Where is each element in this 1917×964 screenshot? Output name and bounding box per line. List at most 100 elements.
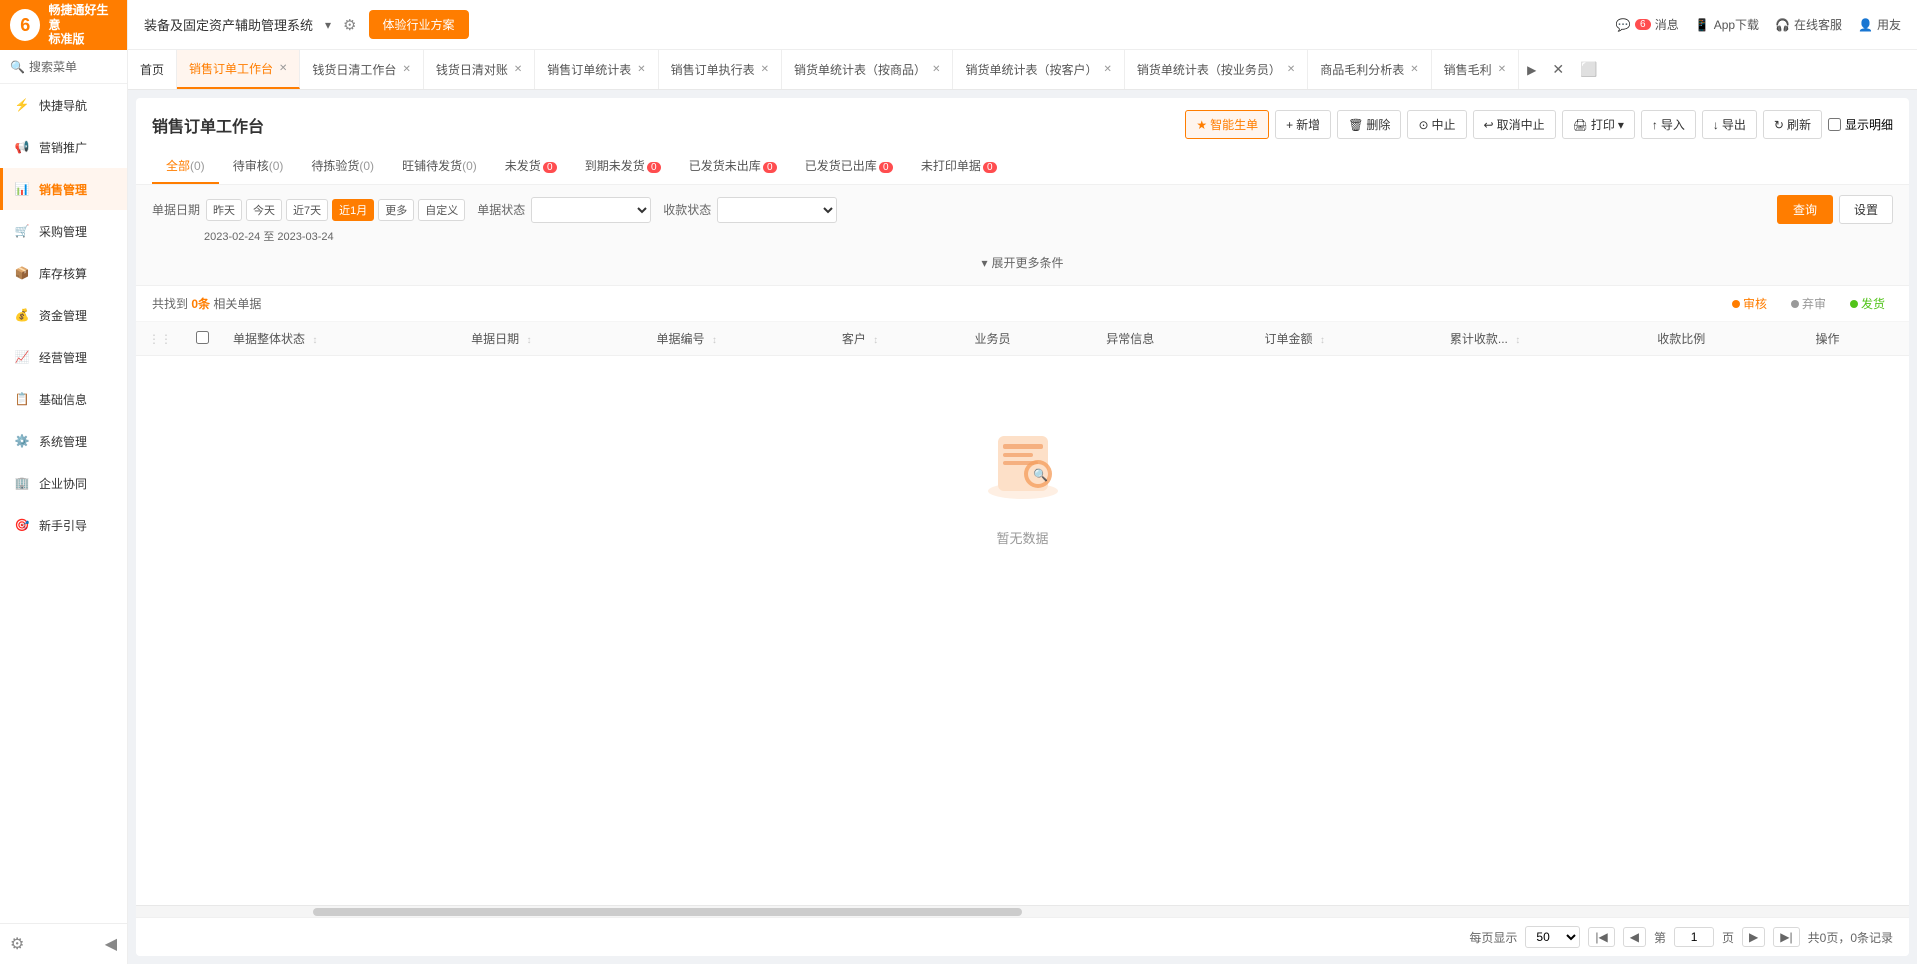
last-page-button[interactable]: ▶| <box>1773 927 1799 947</box>
sort-status-icon[interactable]: ↕ <box>312 335 317 346</box>
sort-amount-icon[interactable]: ↕ <box>1320 335 1325 346</box>
select-all-checkbox[interactable] <box>196 331 209 344</box>
tab-close-sum-staff[interactable]: ✕ <box>1287 64 1295 75</box>
tab-close-profit[interactable]: ✕ <box>1498 64 1506 75</box>
message-center[interactable]: 💬 6 消息 <box>1616 16 1679 33</box>
cancel-audit-button[interactable]: 弃审 <box>1783 292 1834 315</box>
tab-maximize-button[interactable]: ⬜ <box>1572 50 1605 89</box>
horizontal-scrollbar[interactable] <box>136 905 1909 917</box>
per-page-select[interactable]: 50 100 200 <box>1525 926 1580 948</box>
tab-sales-exec[interactable]: 销售订单执行表 ✕ <box>659 50 782 89</box>
delete-button[interactable]: 🗑 删除 <box>1337 110 1401 139</box>
tab-sales-profit[interactable]: 销售毛利 ✕ <box>1432 50 1519 89</box>
sidebar-item-inventory[interactable]: 📦 库存核算 <box>0 252 127 294</box>
refresh-button[interactable]: ↻ 刷新 <box>1763 110 1822 139</box>
export-button[interactable]: ↓ 导出 <box>1702 110 1757 139</box>
tab-more-button[interactable]: ▶ <box>1519 50 1544 89</box>
workarea-header: 销售订单工作台 ★ 智能生单 + 新增 🗑 删除 <box>136 98 1909 185</box>
query-button[interactable]: 查询 <box>1777 195 1833 224</box>
tab-sales-stat[interactable]: 销售订单统计表 ✕ <box>535 50 658 89</box>
filter-btn-custom[interactable]: 自定义 <box>418 199 465 221</box>
tab-close-sales-order[interactable]: ✕ <box>279 63 287 74</box>
industry-solution-button[interactable]: 体验行业方案 <box>369 10 469 39</box>
tab-close-sum-product[interactable]: ✕ <box>932 64 940 75</box>
sidebar-item-sales[interactable]: 📊 销售管理 <box>0 168 127 210</box>
user-menu[interactable]: 👤 用友 <box>1858 16 1901 33</box>
online-service[interactable]: 🎧 在线客服 <box>1775 16 1842 33</box>
tab-close-sum-customer[interactable]: ✕ <box>1103 64 1111 75</box>
sidebar-item-newbie[interactable]: 🎯 新手引导 <box>0 504 127 546</box>
sidebar-item-quick-nav[interactable]: ⚡ 快捷导航 <box>0 84 127 126</box>
first-page-button[interactable]: |◀ <box>1588 927 1614 947</box>
sort-number-icon[interactable]: ↕ <box>712 335 717 346</box>
tab-home[interactable]: 首页 <box>128 50 177 89</box>
sidebar-item-enterprise[interactable]: 🏢 企业协同 <box>0 462 127 504</box>
audit-button[interactable]: 审核 <box>1724 292 1775 315</box>
filter-btn-7days[interactable]: 近7天 <box>286 199 328 221</box>
filter-btn-yesterday[interactable]: 昨天 <box>206 199 242 221</box>
filter-expand-button[interactable]: ▾ 展开更多条件 <box>977 250 1067 275</box>
print-button[interactable]: 🖨 打印 ▾ <box>1562 110 1635 139</box>
search-menu[interactable]: 🔍 搜索菜单 <box>0 50 127 84</box>
page-number-input[interactable] <box>1674 927 1714 947</box>
sort-collected-icon[interactable]: ↕ <box>1515 335 1520 346</box>
tab-sales-sum-staff[interactable]: 销货单统计表（按业务员） ✕ <box>1125 50 1308 89</box>
filter-status-select[interactable] <box>531 197 651 223</box>
subtab-all[interactable]: 全部(0) <box>152 149 219 184</box>
sidebar-item-purchase[interactable]: 🛒 采购管理 <box>0 210 127 252</box>
scrollbar-thumb[interactable] <box>313 908 1022 916</box>
result-summary: 共找到 0条 相关单据 <box>152 295 261 312</box>
subtab-delivered-not-out[interactable]: 已发货未出库0 <box>675 149 791 184</box>
app-download[interactable]: 📱 App下载 <box>1695 16 1759 33</box>
subtab-not-delivered[interactable]: 未发货0 <box>491 149 571 184</box>
tab-close-margin[interactable]: ✕ <box>1410 64 1418 75</box>
filter-btn-today[interactable]: 今天 <box>246 199 282 221</box>
sidebar-item-finance[interactable]: 💰 资金管理 <box>0 294 127 336</box>
subtab-not-printed[interactable]: 未打印单据0 <box>907 149 1011 184</box>
sidebar-item-marketing[interactable]: 📢 营销推广 <box>0 126 127 168</box>
cancel-stop-button[interactable]: ↩ 取消中止 <box>1473 110 1556 139</box>
tab-close-all-button[interactable]: ✕ <box>1544 50 1572 89</box>
subtab-pending-review[interactable]: 待审核(0) <box>219 149 298 184</box>
tab-close-cash-reconcile[interactable]: ✕ <box>514 64 522 75</box>
sidebar-item-label: 采购管理 <box>39 223 87 240</box>
sidebar-item-system[interactable]: ⚙️ 系统管理 <box>0 420 127 462</box>
tab-margin-analysis[interactable]: 商品毛利分析表 ✕ <box>1308 50 1431 89</box>
sidebar-item-basic[interactable]: 📋 基础信息 <box>0 378 127 420</box>
add-button[interactable]: + 新增 <box>1275 110 1331 139</box>
show-detail-checkbox-container[interactable]: 显示明细 <box>1828 116 1893 133</box>
subtab-wangpu-deliver[interactable]: 旺铺待发货(0) <box>388 149 491 184</box>
tab-sales-sum-customer[interactable]: 销货单统计表（按客户） ✕ <box>953 50 1124 89</box>
tab-sales-order[interactable]: 销售订单工作台 ✕ <box>177 50 300 89</box>
sort-customer-icon[interactable]: ↕ <box>873 335 878 346</box>
prev-page-button[interactable]: ◀ <box>1623 927 1646 947</box>
filter-payment-select[interactable] <box>717 197 837 223</box>
topbar-settings-icon[interactable]: ⚙ <box>343 16 356 34</box>
settings-icon[interactable]: ⚙ <box>10 934 24 954</box>
filter-btn-more[interactable]: 更多 <box>378 199 414 221</box>
filter-area: 单据日期 昨天 今天 近7天 近1月 更多 自定义 单据状态 <box>136 185 1909 286</box>
tab-cash-reconcile[interactable]: 钱货日清对账 ✕ <box>424 50 535 89</box>
operation-icon: 📈 <box>13 348 31 366</box>
subtab-pending-inspect[interactable]: 待拣验货(0) <box>297 149 388 184</box>
collapse-icon[interactable]: ◀ <box>105 934 117 954</box>
filter-btn-1month[interactable]: 近1月 <box>332 199 374 221</box>
show-detail-checkbox[interactable] <box>1828 118 1841 131</box>
settings-button[interactable]: 设置 <box>1839 195 1893 224</box>
sidebar-item-operation[interactable]: 📈 经营管理 <box>0 336 127 378</box>
tab-close-cash-daily[interactable]: ✕ <box>402 64 410 75</box>
tab-close-sales-stat[interactable]: ✕ <box>637 64 645 75</box>
tab-sales-sum-product[interactable]: 销货单统计表（按商品） ✕ <box>782 50 953 89</box>
subtab-delivered-out[interactable]: 已发货已出库0 <box>791 149 907 184</box>
sort-date-icon[interactable]: ↕ <box>526 335 531 346</box>
filter-row-1: 单据日期 昨天 今天 近7天 近1月 更多 自定义 单据状态 <box>152 195 1893 224</box>
subtab-overdue-deliver[interactable]: 到期未发货0 <box>571 149 675 184</box>
import-button[interactable]: ↑ 导入 <box>1641 110 1696 139</box>
stop-button[interactable]: ⊙ 中止 <box>1407 110 1466 139</box>
tab-cash-daily[interactable]: 钱货日清工作台 ✕ <box>300 50 423 89</box>
smart-generate-button[interactable]: ★ 智能生单 <box>1185 110 1269 139</box>
topbar-dropdown-icon[interactable]: ▾ <box>325 18 331 32</box>
deliver-button[interactable]: 发货 <box>1842 292 1893 315</box>
next-page-button[interactable]: ▶ <box>1742 927 1765 947</box>
tab-close-sales-exec[interactable]: ✕ <box>761 64 769 75</box>
